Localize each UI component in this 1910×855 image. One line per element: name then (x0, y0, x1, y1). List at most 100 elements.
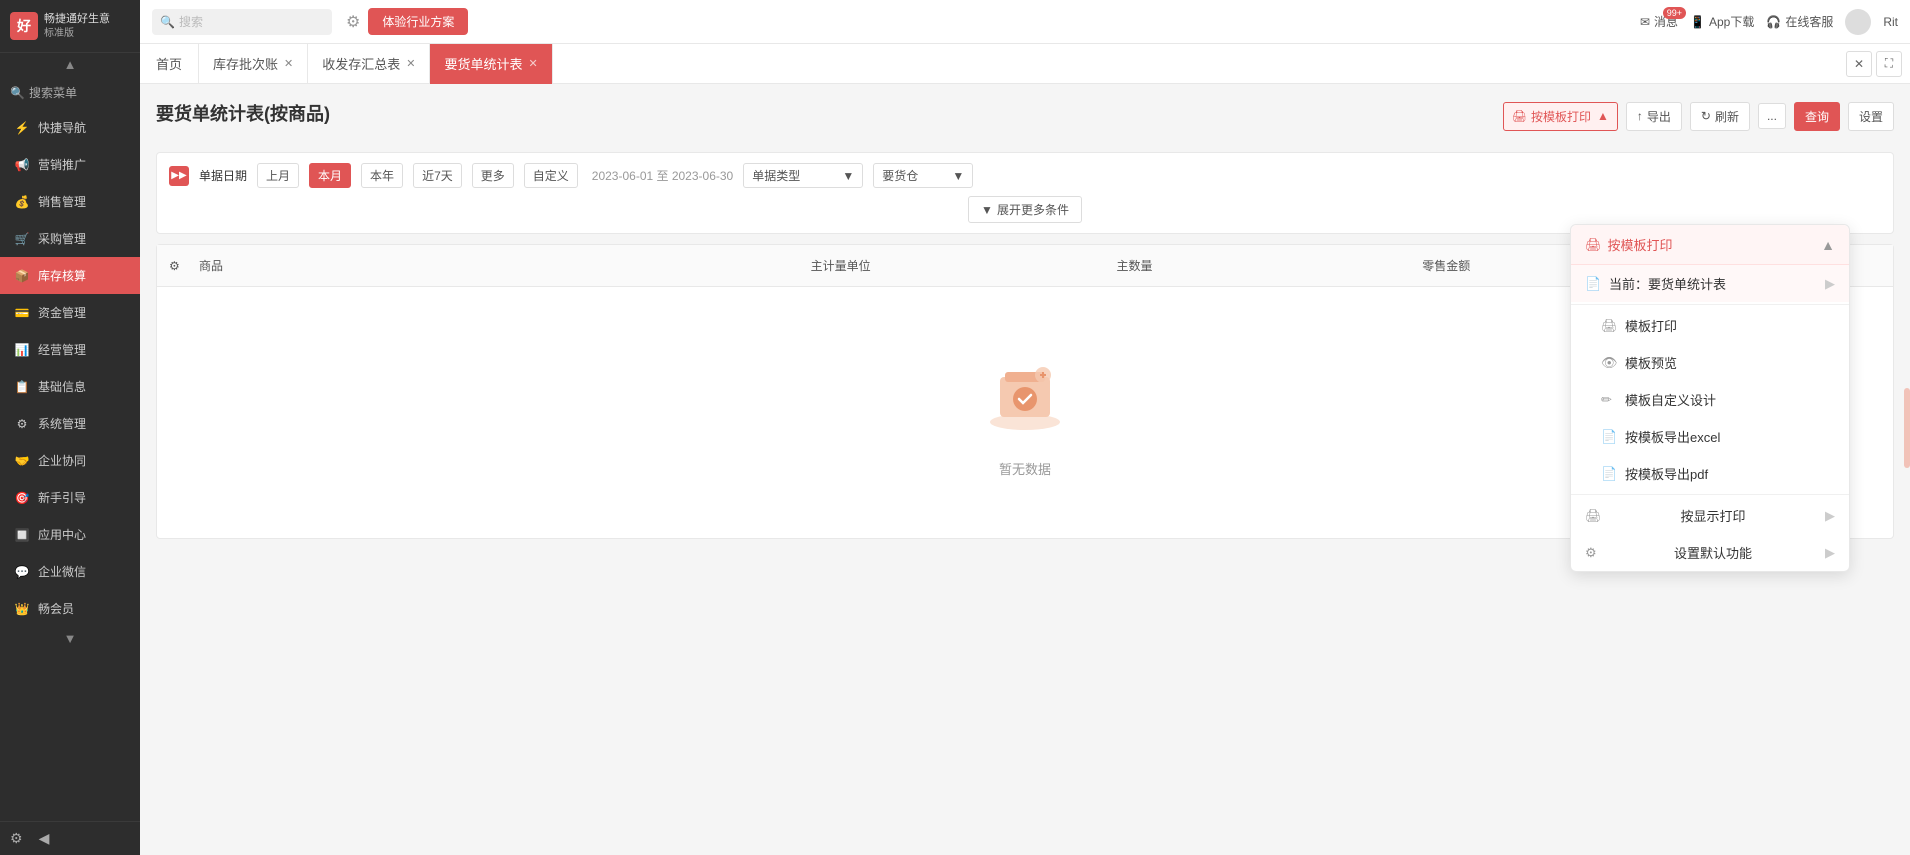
logo-text: 畅捷通好生意 标准版 (44, 12, 110, 39)
date-btn-more[interactable]: 更多 (472, 163, 514, 188)
template-preview-item[interactable]: 👁 模板预览 (1571, 344, 1849, 381)
date-btn-7days[interactable]: 近7天 (413, 163, 462, 188)
date-btn-last-month[interactable]: 上月 (257, 163, 299, 188)
scrollbar-hint[interactable] (1904, 388, 1910, 468)
divider-1 (1571, 304, 1849, 305)
print-current-item[interactable]: 📄 当前：要货单统计表 ▶ (1571, 265, 1849, 302)
purchase-icon: 🛒 (14, 231, 30, 247)
set-default-icon: ⚙ (1585, 545, 1601, 561)
refresh-icon: ↻ (1701, 109, 1711, 123)
export-icon: ↑ (1637, 109, 1643, 123)
user-avatar[interactable] (1845, 9, 1871, 35)
display-print-icon: 🖨 (1585, 508, 1601, 524)
tab-close-batch[interactable]: ✕ (284, 57, 293, 70)
template-export-excel-item[interactable]: 📄 按模板导出excel (1571, 418, 1849, 455)
sidebar: 好 畅捷通好生意 标准版 ▲ 🔍 搜索菜单 ⚡ 快捷导航 📢 营销推广 💰 销售… (0, 0, 140, 855)
message-button[interactable]: ✉ 消息 99+ (1640, 13, 1678, 30)
refresh-button[interactable]: ↻ 刷新 (1690, 102, 1750, 131)
sidebar-search[interactable]: 🔍 搜索菜单 (0, 76, 140, 109)
sidebar-item-operations[interactable]: 📊 经营管理 (0, 331, 140, 368)
order-type-select[interactable]: 单据类型 ▼ (743, 163, 863, 188)
col-product: 商品 (199, 257, 811, 274)
member-icon: 👑 (14, 601, 30, 617)
sidebar-settings-icon[interactable]: ⚙ (10, 830, 23, 847)
download-icon: 📱 (1690, 15, 1705, 29)
sidebar-item-member[interactable]: 👑 畅会员 (0, 590, 140, 627)
print-template-button[interactable]: 🖨 按模板打印 ▲ (1503, 102, 1618, 131)
tab-receipt-summary[interactable]: 收发存汇总表 ✕ (308, 44, 430, 84)
sidebar-item-marketing[interactable]: 📢 营销推广 (0, 146, 140, 183)
date-range-display: 2023-06-01 至 2023-06-30 (592, 167, 733, 184)
finance-icon: 💳 (14, 305, 30, 321)
filter-row-1: ▶▶ 单据日期 上月 本月 本年 近7天 更多 自定义 2023-06-01 至… (169, 163, 1881, 188)
expand-more-button[interactable]: ▼ 展开更多条件 (968, 196, 1082, 223)
sidebar-scroll-up[interactable]: ▲ (0, 53, 140, 76)
filter-bar: ▶▶ 单据日期 上月 本月 本年 近7天 更多 自定义 2023-06-01 至… (156, 152, 1894, 234)
date-btn-custom[interactable]: 自定义 (524, 163, 578, 188)
tab-maximize[interactable]: ⛶ (1876, 51, 1902, 77)
apps-icon: 🔲 (14, 527, 30, 543)
sidebar-item-collab[interactable]: 🤝 企业协同 (0, 442, 140, 479)
set-default-item[interactable]: ⚙ 设置默认功能 ▶ (1571, 534, 1849, 571)
message-icon: ✉ (1640, 15, 1650, 29)
warehouse-select[interactable]: 要货仓 ▼ (873, 163, 973, 188)
inventory-icon: 📦 (14, 268, 30, 284)
quick-nav-icon: ⚡ (14, 120, 30, 136)
display-print-arrow: ▶ (1825, 508, 1835, 524)
username-label: Rit (1883, 15, 1898, 29)
template-print-item[interactable]: 🖨 模板打印 (1571, 307, 1849, 344)
query-button[interactable]: 查询 (1794, 102, 1840, 131)
print-dropdown-arrow: ▲ (1597, 109, 1609, 123)
logo-icon: 好 (10, 12, 38, 40)
tab-bar: 首页 库存批次账 ✕ 收发存汇总表 ✕ 要货单统计表 ✕ ✕ ⛶ (140, 44, 1910, 84)
date-btn-this-year[interactable]: 本年 (361, 163, 403, 188)
tab-right-controls: ✕ ⛶ (1838, 51, 1910, 77)
sidebar-item-wechat[interactable]: 💬 企业微信 (0, 553, 140, 590)
export-button[interactable]: ↑ 导出 (1626, 102, 1682, 131)
display-print-item[interactable]: 🖨 按显示打印 ▶ (1571, 497, 1849, 534)
sidebar-item-basic[interactable]: 📋 基础信息 (0, 368, 140, 405)
print-dropdown-header: 🖨 按模板打印 ▲ (1571, 225, 1849, 265)
trial-button[interactable]: 体验行业方案 (368, 8, 468, 35)
tab-close-receipt[interactable]: ✕ (406, 57, 415, 70)
sidebar-item-system[interactable]: ⚙ 系统管理 (0, 405, 140, 442)
operations-icon: 📊 (14, 342, 30, 358)
sidebar-item-sales[interactable]: 💰 销售管理 (0, 183, 140, 220)
sidebar-item-quick-nav[interactable]: ⚡ 快捷导航 (0, 109, 140, 146)
sidebar-item-apps[interactable]: 🔲 应用中心 (0, 516, 140, 553)
customer-service-button[interactable]: 🎧 在线客服 (1766, 13, 1833, 30)
settings-button[interactable]: 设置 (1848, 102, 1894, 131)
page-content: 要货单统计表(按商品) 🖨 按模板打印 ▲ ↑ 导出 ↻ 刷新 ... 查询 设… (140, 84, 1910, 855)
sidebar-item-guide[interactable]: 🎯 新手引导 (0, 479, 140, 516)
template-export-pdf-item[interactable]: 📄 按模板导出pdf (1571, 455, 1849, 492)
header-search[interactable]: 🔍 搜索 (152, 9, 332, 35)
sidebar-item-finance[interactable]: 💳 资金管理 (0, 294, 140, 331)
print-dropdown-close-button[interactable]: ▲ (1821, 237, 1835, 253)
system-icon: ⚙ (14, 416, 30, 432)
tab-home[interactable]: 首页 (140, 44, 199, 84)
sidebar-item-purchase[interactable]: 🛒 采购管理 (0, 220, 140, 257)
tab-close-all[interactable]: ✕ (1846, 51, 1872, 77)
more-button[interactable]: ... (1758, 103, 1786, 129)
empty-icon (975, 347, 1075, 447)
template-design-item[interactable]: ✏ 模板自定义设计 (1571, 381, 1849, 418)
sidebar-scroll-down[interactable]: ▼ (0, 627, 140, 650)
tab-close-order[interactable]: ✕ (529, 57, 538, 70)
set-default-arrow: ▶ (1825, 545, 1835, 561)
tab-batch-account[interactable]: 库存批次账 ✕ (199, 44, 308, 84)
template-preview-icon: 👁 (1601, 355, 1617, 371)
warehouse-arrow-icon: ▼ (952, 169, 964, 183)
collab-icon: 🤝 (14, 453, 30, 469)
sidebar-collapse-icon[interactable]: ◀ (39, 830, 50, 847)
header-gear-icon[interactable]: ⚙ (346, 12, 360, 32)
marketing-icon: 📢 (14, 157, 30, 173)
app-download-button[interactable]: 📱 App下载 (1690, 13, 1754, 30)
filter-expand-button[interactable]: ▶▶ (169, 166, 189, 186)
date-btn-this-month[interactable]: 本月 (309, 163, 351, 188)
tab-order-stats[interactable]: 要货单统计表 ✕ (430, 44, 552, 84)
col-settings[interactable]: ⚙ (169, 259, 199, 273)
sidebar-item-inventory[interactable]: 📦 库存核算 (0, 257, 140, 294)
header-actions: ✉ 消息 99+ 📱 App下载 🎧 在线客服 Rit (1640, 9, 1898, 35)
search-icon: 🔍 (10, 86, 25, 100)
basic-icon: 📋 (14, 379, 30, 395)
